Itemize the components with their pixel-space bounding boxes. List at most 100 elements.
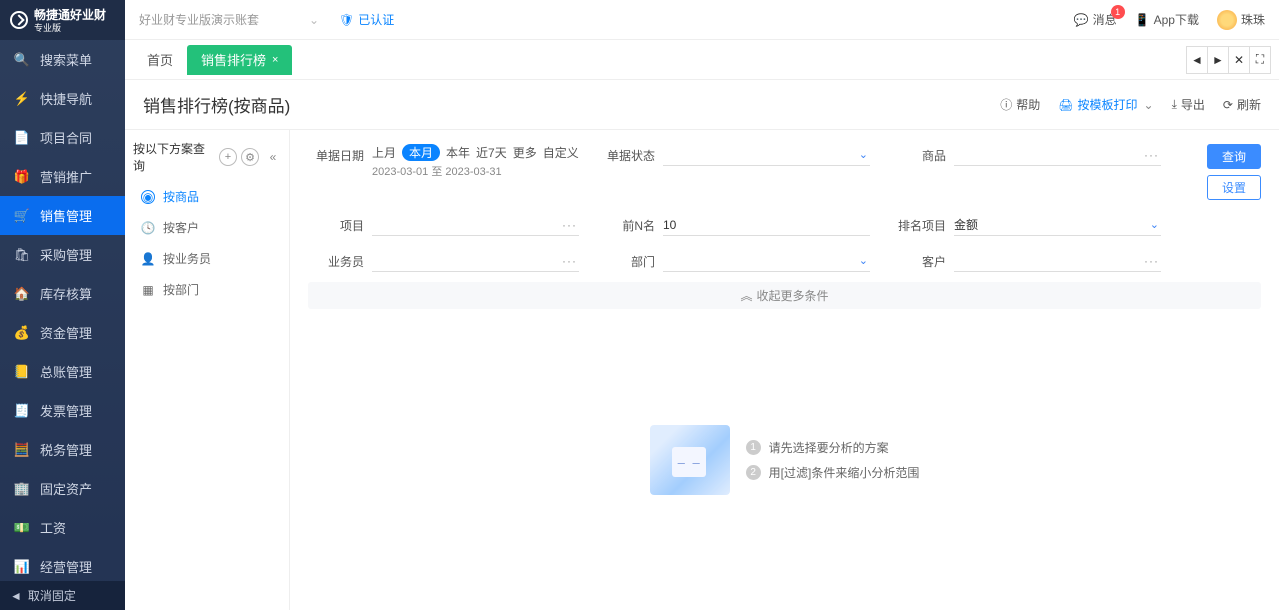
tab-1[interactable]: 销售排行榜× [187,45,292,75]
nav-item-11[interactable]: 🏢 固定资产 [0,469,125,508]
verified-badge: 🛡 已认证 [339,11,394,28]
ledger-icon: 📒 [14,364,30,380]
date-option[interactable]: 本月 [402,144,440,161]
nav-label: 固定资产 [40,479,92,498]
filter-area: 单据日期 上月本月本年近7天更多自定义 2023-03-01 至 2023-03… [290,130,1279,610]
nav-item-1[interactable]: ⚡快捷导航 [0,79,125,118]
user-name: 珠珠 [1241,11,1265,28]
nav-item-4[interactable]: 🛒销售管理 [0,196,125,235]
scheme-item-3[interactable]: ▦按部门 [133,275,281,304]
goods-input[interactable]: ··· [954,144,1161,166]
nav-item-0[interactable]: 🔍搜索菜单 [0,40,125,79]
messages-button[interactable]: 💬 消息 1 [1074,11,1117,28]
date-range-text: 2023-03-01 至 2023-03-31 [372,163,579,179]
scheme-icon: 👤 [141,252,155,266]
project-input[interactable]: ··· [372,214,579,236]
main: 好业财专业版演示账套 ⌄ 🛡 已认证 💬 消息 1 📱 App下载 珠珠 [125,0,1279,610]
step-1-badge: 1 [746,440,761,455]
help-label: 帮助 [1016,96,1040,113]
nav-item-7[interactable]: 💰资金管理 [0,313,125,352]
scheme-item-1[interactable]: 🕓按客户 [133,213,281,242]
refresh-label: 刷新 [1237,96,1261,113]
org-name: 好业财专业版演示账套 [139,11,259,28]
date-option[interactable]: 上月 [372,144,396,161]
nav-item-12[interactable]: 💵工资 [0,508,125,547]
date-option[interactable]: 更多 [513,144,537,161]
asset-icon: 🏢 [14,481,30,497]
topn-input[interactable]: 10 [663,214,870,236]
scheme-item-2[interactable]: 👤按业务员 [133,244,281,273]
empty-step-2: 2 用[过滤]条件来缩小分析范围 [746,464,920,481]
scheme-settings-button[interactable]: ⚙ [241,148,259,166]
tabs-fullscreen-button[interactable]: ⛶ [1249,46,1271,74]
pin-label: 取消固定 [28,587,76,604]
close-icon[interactable]: × [272,54,278,66]
customer-input[interactable]: ··· [954,250,1161,272]
nav-item-2[interactable]: 📄项目合同 [0,118,125,157]
info-icon: ⓘ [1000,96,1012,113]
house-icon: 🏠 [14,286,30,302]
export-icon: ⤓ [1172,97,1177,112]
dept-input[interactable]: ⌄ [663,250,870,272]
status-input[interactable]: ⌄ [663,144,870,166]
pin-toggle[interactable]: ◄ 取消固定 [0,581,125,610]
empty-step-1: 1 请先选择要分析的方案 [746,439,920,456]
phone-icon: 📱 [1135,13,1150,27]
nav-item-5[interactable]: 🛍采购管理 [0,235,125,274]
collapse-filters-button[interactable]: ︽ 收起更多条件 [308,282,1261,309]
rank-value: 金额 [954,216,978,233]
chevron-down-icon: ⌄ [859,148,868,161]
page-body: 按以下方案查询 + ⚙ « ◉按商品🕓按客户👤按业务员▦按部门 单据日期 上月本… [125,129,1279,610]
refresh-button[interactable]: ⟳ 刷新 [1223,96,1261,113]
nav-item-8[interactable]: 📒 总账管理 [0,352,125,391]
avatar [1217,10,1237,30]
scheme-header: 按以下方案查询 + ⚙ « [133,140,281,174]
settings-button[interactable]: 设置 [1207,175,1261,200]
tabs-close-button[interactable]: ✕ [1228,46,1250,74]
page-title: 销售排行榜(按商品) [143,92,290,117]
print-button[interactable]: 🖨 按模板打印 ⌄ [1058,96,1153,113]
more-icon: ··· [562,254,577,268]
topbar: 好业财专业版演示账套 ⌄ 🛡 已认证 💬 消息 1 📱 App下载 珠珠 [125,0,1279,40]
filter-date: 单据日期 上月本月本年近7天更多自定义 2023-03-01 至 2023-03… [308,144,579,179]
query-button[interactable]: 查询 [1207,144,1261,169]
collapse-scheme-button[interactable]: « [265,149,281,165]
nav-item-13[interactable]: 📊经营管理 [0,547,125,581]
nav-label: 营销推广 [40,167,92,186]
filter-dept: 部门 ⌄ [599,250,870,272]
nav-item-3[interactable]: 🎁营销推广 [0,157,125,196]
date-option[interactable]: 本年 [446,144,470,161]
nav-label: 税务管理 [40,440,92,459]
scheme-panel: 按以下方案查询 + ⚙ « ◉按商品🕓按客户👤按业务员▦按部门 [125,130,290,610]
date-option[interactable]: 近7天 [476,144,507,161]
sidebar: 畅捷通好业财 专业版 🔍搜索菜单⚡快捷导航📄项目合同🎁营销推广🛒销售管理🛍采购管… [0,0,125,610]
nav-item-10[interactable]: 🧮税务管理 [0,430,125,469]
nav-item-6[interactable]: 🏠库存核算 [0,274,125,313]
collapse-label: 收起更多条件 [757,287,829,304]
shield-icon: 🛡 [339,13,354,27]
nav-item-9[interactable]: 🧾发票管理 [0,391,125,430]
nav-label: 总账管理 [40,362,92,381]
help-button[interactable]: ⓘ 帮助 [1000,96,1040,113]
export-button[interactable]: ⤓ 导出 [1172,96,1205,113]
filter-grid: 单据日期 上月本月本年近7天更多自定义 2023-03-01 至 2023-03… [290,130,1279,282]
filter-topn: 前N名 10 [599,214,870,236]
tabs-next-button[interactable]: ► [1207,46,1229,74]
scheme-item-0[interactable]: ◉按商品 [133,182,281,211]
dept-label: 部门 [599,250,655,270]
nav-label: 销售管理 [40,206,92,225]
salesman-input[interactable]: ··· [372,250,579,272]
tabs-prev-button[interactable]: ◄ [1186,46,1208,74]
org-switcher[interactable]: 好业财专业版演示账套 ⌄ [139,11,319,28]
rank-input[interactable]: 金额⌄ [954,214,1161,236]
scheme-label: 按商品 [163,188,199,205]
date-option[interactable]: 自定义 [543,144,579,161]
nav-label: 采购管理 [40,245,92,264]
doc-icon: 📄 [14,130,30,146]
user-menu[interactable]: 珠珠 [1217,10,1265,30]
empty-illustration [650,425,730,495]
app-download-button[interactable]: 📱 App下载 [1135,11,1199,28]
tabs-bar: 首页销售排行榜× ◄ ► ✕ ⛶ [125,40,1279,80]
add-scheme-button[interactable]: + [219,148,237,166]
tab-0[interactable]: 首页 [133,40,187,80]
